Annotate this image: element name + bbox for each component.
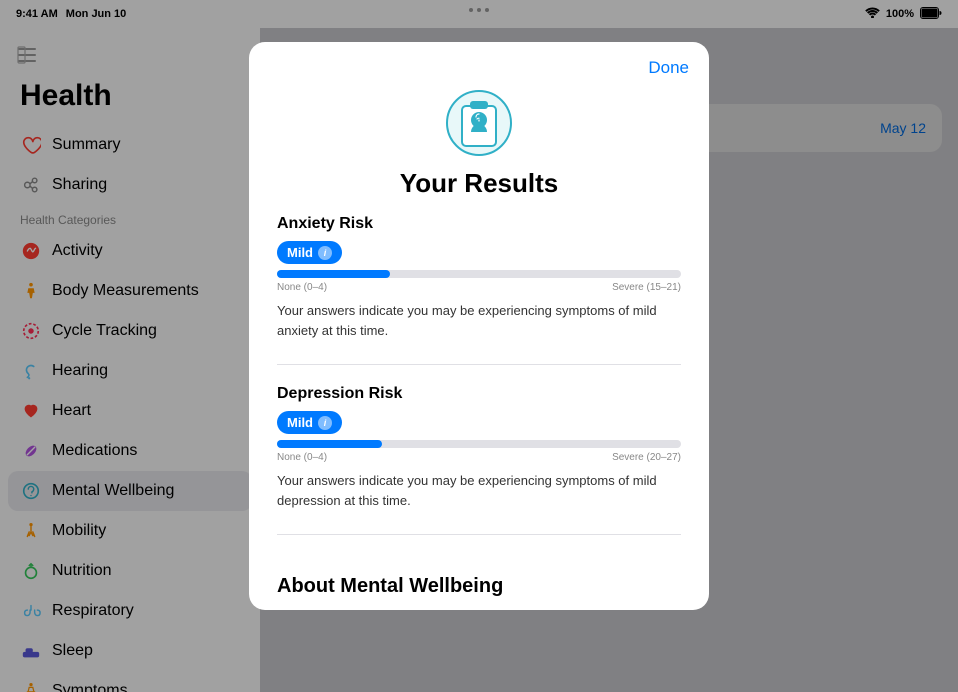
depression-info-icon[interactable]: i bbox=[318, 416, 332, 430]
depression-badge-label: Mild bbox=[287, 415, 313, 430]
anxiety-risk-section: Anxiety Risk Mild i None (0–4) Severe (1… bbox=[277, 215, 681, 340]
anxiety-info-icon[interactable]: i bbox=[318, 246, 332, 260]
about-mental-title: About Mental Wellbeing bbox=[249, 575, 709, 610]
modal-header: Done bbox=[249, 42, 709, 78]
anxiety-title: Anxiety Risk bbox=[277, 215, 681, 233]
depression-progress-bar bbox=[277, 440, 681, 448]
modal-body: Anxiety Risk Mild i None (0–4) Severe (1… bbox=[249, 215, 709, 575]
anxiety-badge-row: Mild i bbox=[277, 241, 681, 264]
depression-description: Your answers indicate you may be experie… bbox=[277, 471, 681, 510]
anxiety-progress-fill bbox=[277, 270, 390, 278]
anxiety-label-right: Severe (15–21) bbox=[612, 282, 681, 293]
depression-mild-badge: Mild i bbox=[277, 411, 342, 434]
depression-label-right: Severe (20–27) bbox=[612, 452, 681, 463]
modal-icon-area bbox=[249, 78, 709, 162]
anxiety-mild-badge: Mild i bbox=[277, 241, 342, 264]
depression-badge-row: Mild i bbox=[277, 411, 681, 434]
anxiety-label-left: None (0–4) bbox=[277, 282, 327, 293]
anxiety-progress-labels: None (0–4) Severe (15–21) bbox=[277, 282, 681, 293]
done-button[interactable]: Done bbox=[648, 58, 689, 78]
depression-progress-fill bbox=[277, 440, 382, 448]
depression-label-left: None (0–4) bbox=[277, 452, 327, 463]
divider bbox=[277, 364, 681, 365]
anxiety-badge-label: Mild bbox=[287, 245, 313, 260]
results-modal: Done Your Result bbox=[249, 42, 709, 610]
modal-overlay: Done Your Result bbox=[0, 0, 958, 692]
anxiety-description: Your answers indicate you may be experie… bbox=[277, 301, 681, 340]
anxiety-progress-bar bbox=[277, 270, 681, 278]
mental-wellbeing-icon bbox=[444, 88, 514, 158]
divider-2 bbox=[277, 534, 681, 535]
depression-risk-section: Depression Risk Mild i None (0–4) Severe… bbox=[277, 385, 681, 510]
modal-title: Your Results bbox=[249, 162, 709, 215]
depression-title: Depression Risk bbox=[277, 385, 681, 403]
depression-progress-labels: None (0–4) Severe (20–27) bbox=[277, 452, 681, 463]
